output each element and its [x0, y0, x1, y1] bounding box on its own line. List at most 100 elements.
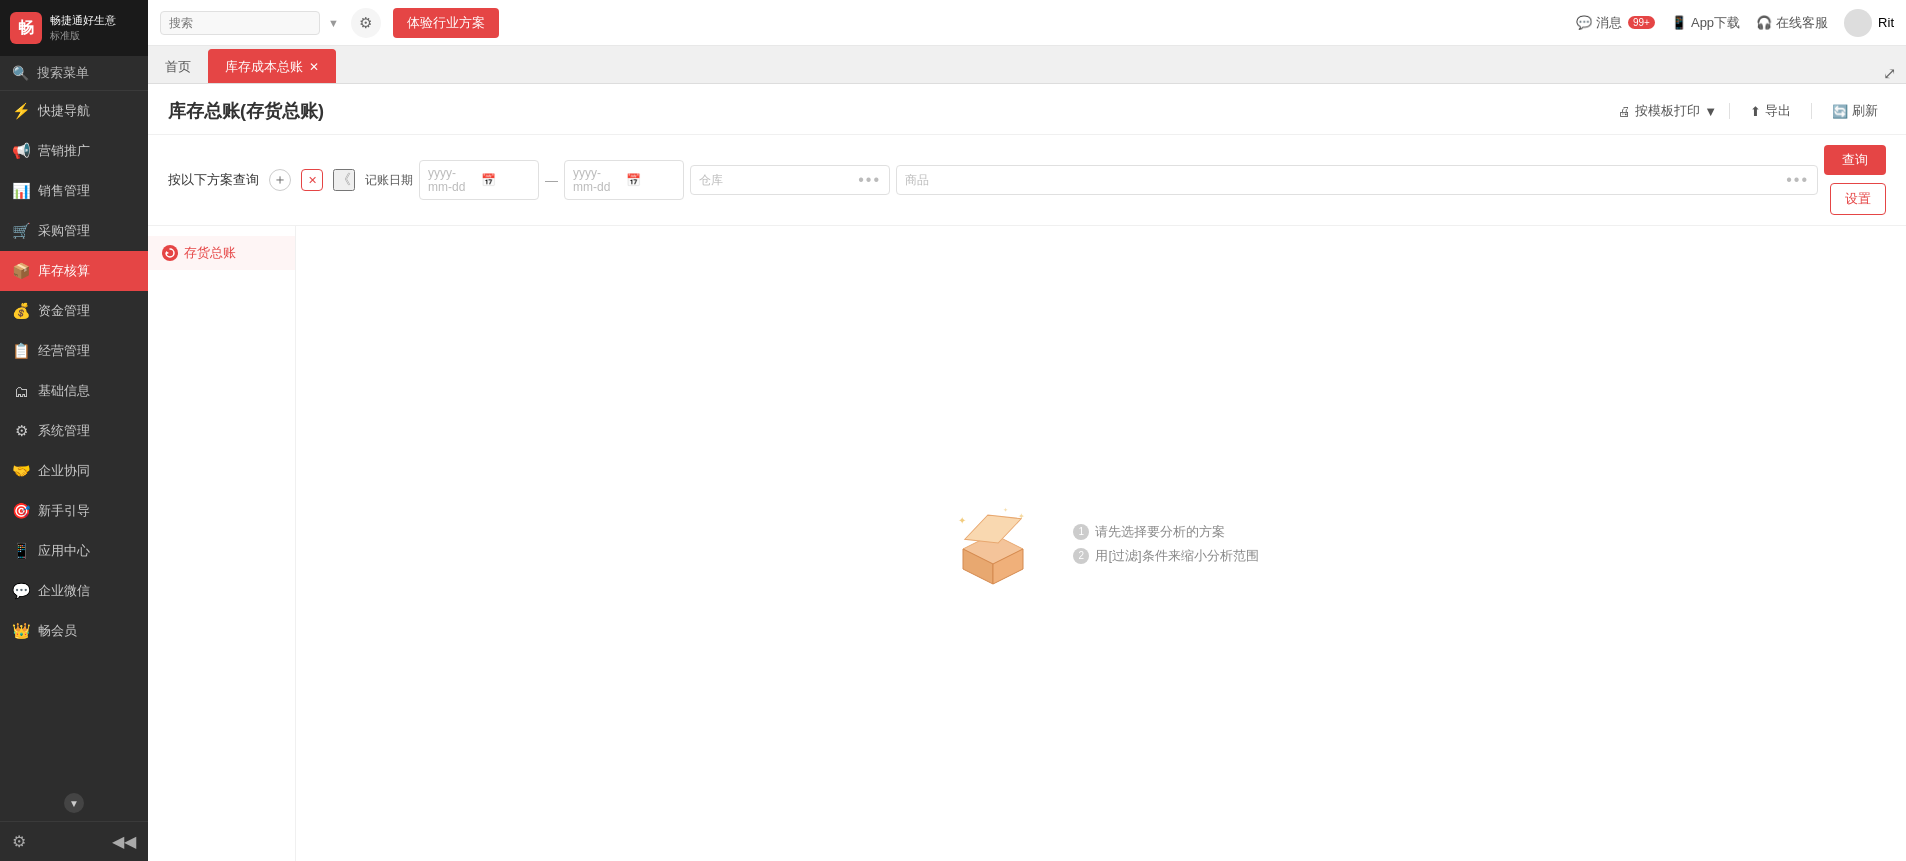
sidebar-footer: ⚙ ◀◀ — [0, 821, 148, 861]
query-button[interactable]: 查询 — [1824, 145, 1886, 175]
svg-text:✦: ✦ — [1018, 512, 1025, 521]
sidebar-item-operations[interactable]: 📋 经营管理 — [0, 331, 148, 371]
app-logo: 畅 畅捷通好生意 标准版 — [0, 0, 148, 56]
tip-num-1: 1 — [1073, 524, 1089, 540]
sidebar-item-quick-nav[interactable]: ⚡ 快捷导航 — [0, 91, 148, 131]
search-menu-item[interactable]: 🔍 搜索菜单 — [0, 56, 148, 91]
empty-inner: ✦ ✦ ✦ 1 请先选择要分析的方案 2 用[过滤]条件来缩小分析范围 — [943, 494, 1258, 594]
btn-group-right: 查询 设置 — [1824, 145, 1886, 215]
filter-collapse-button[interactable]: 《 — [333, 169, 355, 191]
export-label: 导出 — [1765, 102, 1791, 120]
page-title: 库存总账(存货总账) — [168, 99, 324, 123]
tip-num-2: 2 — [1073, 548, 1089, 564]
sidebar-item-marketing[interactable]: 📢 营销推广 — [0, 131, 148, 171]
warehouse-label: 仓库 — [699, 172, 723, 189]
operations-icon: 📋 — [12, 342, 30, 360]
divider — [1729, 103, 1730, 119]
refresh-icon: 🔄 — [1832, 104, 1848, 119]
collapse-icon[interactable]: ◀◀ — [112, 832, 136, 851]
sidebar-item-sales[interactable]: 📊 销售管理 — [0, 171, 148, 211]
export-button[interactable]: ⬆ 导出 — [1742, 98, 1799, 124]
funds-icon: 💰 — [12, 302, 30, 320]
scheme-dot-icon — [162, 245, 178, 261]
app-center-icon: 📱 — [12, 542, 30, 560]
headset-icon: 🎧 — [1756, 15, 1772, 30]
svg-text:✦: ✦ — [1003, 507, 1008, 513]
scheme-item-inventory[interactable]: 存货总账 — [148, 236, 295, 270]
refresh-button[interactable]: 🔄 刷新 — [1824, 98, 1886, 124]
sidebar-item-label: 资金管理 — [38, 302, 90, 320]
expand-icon: ⤢ — [1883, 64, 1896, 83]
message-icon: 💬 — [1576, 15, 1592, 30]
tab-expand-btn[interactable]: ⤢ — [1873, 64, 1906, 83]
sidebar-item-label: 快捷导航 — [38, 102, 90, 120]
filter-label: 按以下方案查询 — [168, 171, 259, 189]
sidebar-item-purchase[interactable]: 🛒 采购管理 — [0, 211, 148, 251]
online-service-item[interactable]: 🎧 在线客服 — [1756, 14, 1828, 32]
sidebar-item-label: 库存核算 — [38, 262, 90, 280]
system-icon: ⚙ — [12, 422, 30, 440]
sidebar-item-basics[interactable]: 🗂 基础信息 — [0, 371, 148, 411]
trial-button[interactable]: 体验行业方案 — [393, 8, 499, 38]
app-download-item[interactable]: 📱 App下载 — [1671, 14, 1740, 32]
svg-text:✦: ✦ — [958, 515, 966, 526]
product-more-icon: ••• — [1786, 171, 1809, 189]
quick-nav-icon: ⚡ — [12, 102, 30, 120]
breadcrumb-area: ▼ ⚙ 体验行业方案 — [160, 8, 1576, 38]
sidebar-item-label: 畅会员 — [38, 622, 77, 640]
settings-button[interactable]: 设置 — [1830, 183, 1886, 215]
sidebar-item-funds[interactable]: 💰 资金管理 — [0, 291, 148, 331]
product-select[interactable]: 商品 ••• — [896, 165, 1818, 195]
filter-reset-button[interactable]: ✕ — [301, 169, 323, 191]
inventory-icon: 📦 — [12, 262, 30, 280]
settings-footer-icon[interactable]: ⚙ — [12, 832, 26, 851]
sidebar-item-label: 销售管理 — [38, 182, 90, 200]
chevron-down-icon[interactable]: ▼ — [328, 17, 339, 29]
sidebar-item-label: 采购管理 — [38, 222, 90, 240]
sidebar-item-member[interactable]: 👑 畅会员 — [0, 611, 148, 651]
date-end-placeholder: yyyy-mm-dd — [573, 166, 622, 194]
sidebar-item-guide[interactable]: 🎯 新手引导 — [0, 491, 148, 531]
filter-bar: 按以下方案查询 ＋ ✕ 《 记账日期 yyyy-mm-dd 📅 — yyyy-m… — [148, 135, 1906, 226]
sidebar-item-cooperation[interactable]: 🤝 企业协同 — [0, 451, 148, 491]
sidebar-item-label: 经营管理 — [38, 342, 90, 360]
scroll-down-btn[interactable]: ▼ — [64, 793, 84, 813]
sidebar-item-label: 应用中心 — [38, 542, 90, 560]
marketing-icon: 📢 — [12, 142, 30, 160]
user-area[interactable]: Rit — [1844, 9, 1894, 37]
topbar: ▼ ⚙ 体验行业方案 💬 消息 99+ 📱 App下载 🎧 在线客服 Rit — [148, 0, 1906, 46]
middle-layout: 存货总账 ✦ — [148, 226, 1906, 861]
basics-icon: 🗂 — [12, 383, 30, 400]
topbar-right: 💬 消息 99+ 📱 App下载 🎧 在线客服 Rit — [1576, 9, 1894, 37]
tab-inventory-cost-label: 库存成本总账 — [225, 58, 303, 76]
content-area: 库存总账(存货总账) 🖨 按模板打印 ▼ ⬆ 导出 🔄 刷新 — [148, 84, 1906, 861]
sidebar-item-label: 基础信息 — [38, 382, 90, 400]
sidebar-item-label: 新手引导 — [38, 502, 90, 520]
app-download-label: App下载 — [1691, 14, 1740, 32]
tab-close-icon[interactable]: ✕ — [309, 60, 319, 74]
tab-inventory-cost[interactable]: 库存成本总账 ✕ — [208, 49, 336, 83]
sidebar-item-inventory[interactable]: 📦 库存核算 — [0, 251, 148, 291]
sidebar-item-system[interactable]: ⚙ 系统管理 — [0, 411, 148, 451]
print-button[interactable]: 🖨 按模板打印 ▼ — [1618, 102, 1717, 120]
search-input[interactable] — [160, 11, 320, 35]
app-name: 畅捷通好生意 — [50, 13, 116, 28]
scheme-sidebar: 存货总账 — [148, 226, 296, 861]
date-end-input[interactable]: yyyy-mm-dd 📅 — [564, 160, 684, 200]
app-version: 标准版 — [50, 29, 116, 43]
date-start-input[interactable]: yyyy-mm-dd 📅 — [419, 160, 539, 200]
sidebar-item-app-center[interactable]: 📱 应用中心 — [0, 531, 148, 571]
warehouse-select[interactable]: 仓库 ••• — [690, 165, 890, 195]
print-label: 按模板打印 — [1635, 102, 1700, 120]
print-icon: 🖨 — [1618, 104, 1631, 119]
tab-home-label: 首页 — [165, 58, 191, 76]
refresh-label: 刷新 — [1852, 102, 1878, 120]
tab-home[interactable]: 首页 — [148, 49, 208, 83]
message-item[interactable]: 💬 消息 99+ — [1576, 14, 1655, 32]
gear-button[interactable]: ⚙ — [351, 8, 381, 38]
main-area: ▼ ⚙ 体验行业方案 💬 消息 99+ 📱 App下载 🎧 在线客服 Rit — [148, 0, 1906, 861]
avatar — [1844, 9, 1872, 37]
empty-tips: 1 请先选择要分析的方案 2 用[过滤]条件来缩小分析范围 — [1073, 517, 1258, 571]
filter-add-button[interactable]: ＋ — [269, 169, 291, 191]
sidebar-item-wechat[interactable]: 💬 企业微信 — [0, 571, 148, 611]
